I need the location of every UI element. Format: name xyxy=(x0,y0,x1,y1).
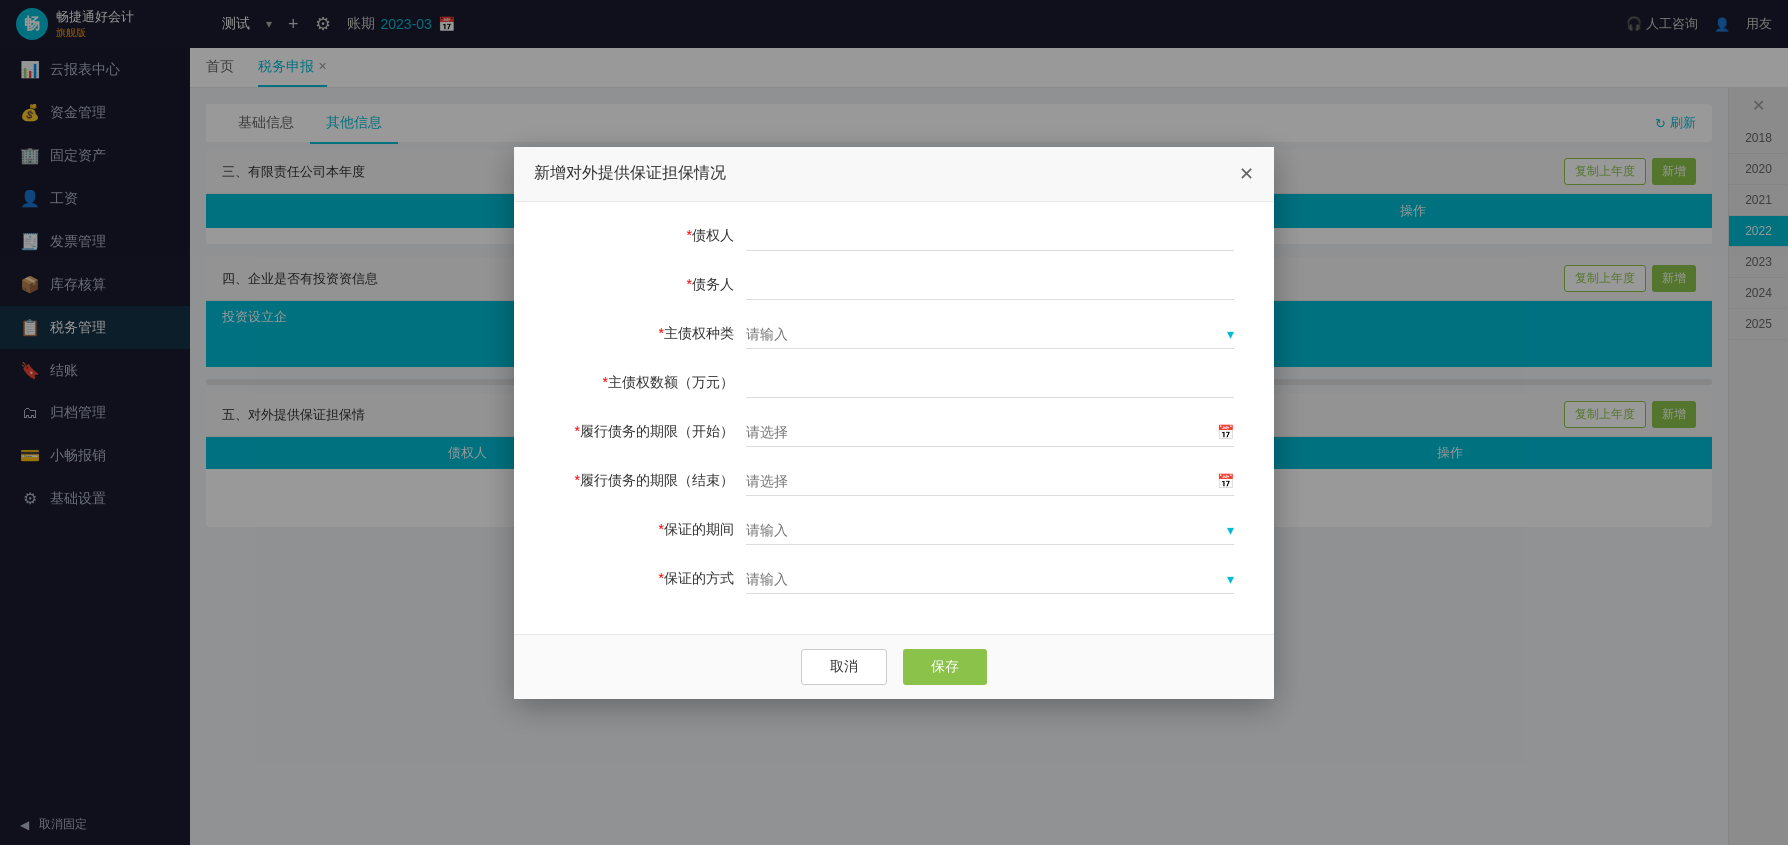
form-row-period-start: *履行债务的期限（开始） 📅 xyxy=(554,418,1234,447)
form-row-claim-amount: *主债权数额（万元） xyxy=(554,369,1234,398)
label-guarantee-method: *保证的方式 xyxy=(554,570,734,588)
form-row-period-end: *履行债务的期限（结束） 📅 xyxy=(554,467,1234,496)
modal-dialog: 新增对外提供保证担保情况 ✕ *债权人 *债务人 *主债权种类 xyxy=(514,147,1274,699)
date-wrap-period-end: 📅 xyxy=(746,467,1234,496)
form-row-guarantee-method: *保证的方式 ▾ xyxy=(554,565,1234,594)
form-row-guarantee-period: *保证的期间 ▾ xyxy=(554,516,1234,545)
modal-footer: 取消 保存 xyxy=(514,634,1274,699)
select-wrap-claim-type: ▾ xyxy=(746,320,1234,349)
dropdown-arrow-claim-type[interactable]: ▾ xyxy=(1227,326,1234,342)
modal-header: 新增对外提供保证担保情况 ✕ xyxy=(514,147,1274,202)
datepicker-period-start[interactable] xyxy=(746,418,1217,446)
input-debtor[interactable] xyxy=(746,271,1234,300)
input-claim-amount[interactable] xyxy=(746,369,1234,398)
label-period-start: *履行债务的期限（开始） xyxy=(554,423,734,441)
form-row-debtor: *债务人 xyxy=(554,271,1234,300)
input-creditor[interactable] xyxy=(746,222,1234,251)
label-guarantee-period: *保证的期间 xyxy=(554,521,734,539)
dropdown-arrow-guarantee-period[interactable]: ▾ xyxy=(1227,522,1234,538)
label-debtor: *债务人 xyxy=(554,276,734,294)
modal-close-button[interactable]: ✕ xyxy=(1239,163,1254,185)
modal-overlay[interactable]: 新增对外提供保证担保情况 ✕ *债权人 *债务人 *主债权种类 xyxy=(0,0,1788,845)
datepicker-period-end[interactable] xyxy=(746,467,1217,495)
label-creditor: *债权人 xyxy=(554,227,734,245)
select-guarantee-method[interactable] xyxy=(746,565,1227,593)
cancel-button[interactable]: 取消 xyxy=(801,649,887,685)
date-wrap-period-start: 📅 xyxy=(746,418,1234,447)
label-claim-amount: *主债权数额（万元） xyxy=(554,374,734,392)
modal-body: *债权人 *债务人 *主债权种类 ▾ xyxy=(514,202,1274,634)
dropdown-arrow-guarantee-method[interactable]: ▾ xyxy=(1227,571,1234,587)
label-claim-type: *主债权种类 xyxy=(554,325,734,343)
select-wrap-guarantee-method: ▾ xyxy=(746,565,1234,594)
calendar-icon-start[interactable]: 📅 xyxy=(1217,424,1234,440)
form-row-creditor: *债权人 xyxy=(554,222,1234,251)
save-button[interactable]: 保存 xyxy=(903,649,987,685)
form-row-claim-type: *主债权种类 ▾ xyxy=(554,320,1234,349)
select-claim-type[interactable] xyxy=(746,320,1227,348)
select-guarantee-period[interactable] xyxy=(746,516,1227,544)
select-wrap-guarantee-period: ▾ xyxy=(746,516,1234,545)
label-period-end: *履行债务的期限（结束） xyxy=(554,472,734,490)
calendar-icon-end[interactable]: 📅 xyxy=(1217,473,1234,489)
modal-title: 新增对外提供保证担保情况 xyxy=(534,163,726,184)
